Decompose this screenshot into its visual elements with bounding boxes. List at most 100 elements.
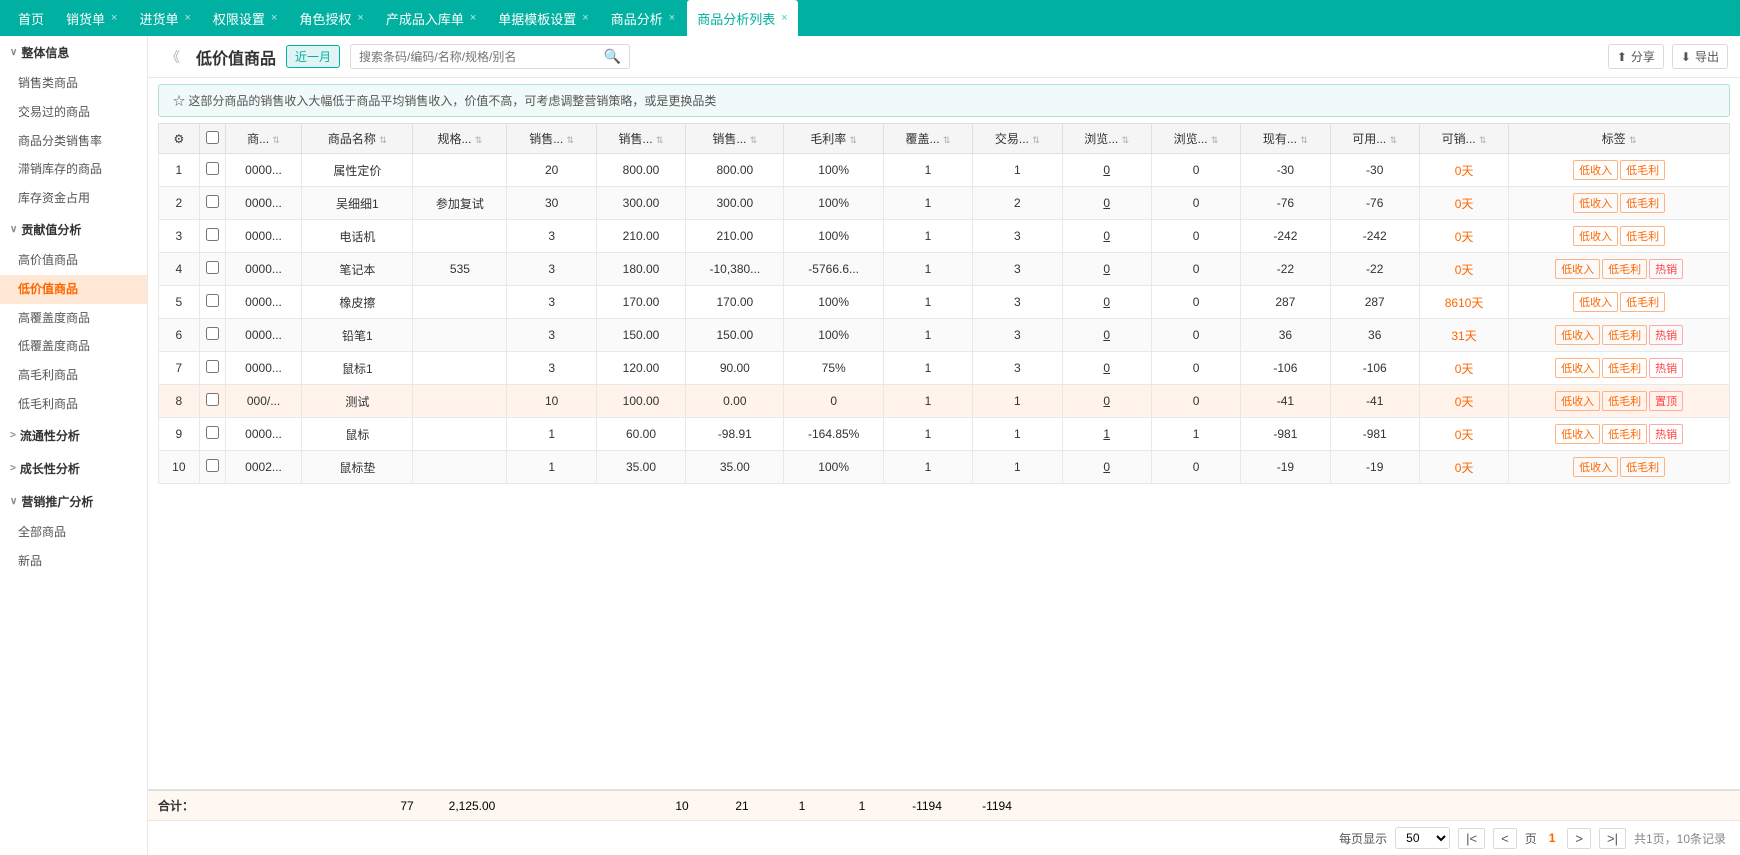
row-checkbox[interactable] [206, 294, 219, 307]
share-button[interactable]: ⬆ 分享 [1608, 44, 1664, 69]
row-checkbox[interactable] [206, 162, 219, 175]
nav-template[interactable]: 单据模板设置 × [488, 0, 598, 36]
cell-browse1[interactable]: 1 [1062, 418, 1151, 451]
row-checkbox[interactable] [206, 195, 219, 208]
cell-browse1[interactable]: 0 [1062, 451, 1151, 484]
sidebar-item-low-value[interactable]: 低价值商品 [0, 275, 147, 304]
close-icon[interactable]: × [582, 12, 588, 24]
cell-checkbox[interactable] [199, 154, 225, 187]
col-avg-price[interactable]: 销售... ⇅ [686, 124, 784, 154]
browse-link[interactable]: 0 [1103, 295, 1110, 309]
browse-link[interactable]: 1 [1103, 427, 1110, 441]
cell-browse1[interactable]: 0 [1062, 385, 1151, 418]
next-page-button[interactable]: > [1567, 828, 1591, 849]
close-icon[interactable]: × [111, 12, 117, 24]
cell-checkbox[interactable] [199, 253, 225, 286]
close-icon[interactable]: × [669, 12, 675, 24]
col-name[interactable]: 商品名称 ⇅ [302, 124, 413, 154]
sidebar-item-low-coverage[interactable]: 低覆盖度商品 [0, 332, 147, 361]
close-icon[interactable]: × [184, 12, 190, 24]
row-checkbox[interactable] [206, 459, 219, 472]
nav-analysis[interactable]: 商品分析 × [601, 0, 685, 36]
close-icon[interactable]: × [781, 12, 787, 24]
col-qty[interactable]: 销售... ⇅ [507, 124, 596, 154]
close-icon[interactable]: × [271, 12, 277, 24]
sidebar-group-growth[interactable]: > 成长性分析 [0, 452, 147, 485]
last-page-button[interactable]: >| [1599, 828, 1626, 849]
nav-analysis-list[interactable]: 商品分析列表 × [687, 0, 797, 36]
per-page-select[interactable]: 50 100 200 [1395, 827, 1450, 849]
date-filter-button[interactable]: 近一月 [286, 45, 340, 68]
sidebar-group-contribution[interactable]: ∨ 贡献值分析 [0, 213, 147, 246]
browse-link[interactable]: 0 [1103, 361, 1110, 375]
cell-checkbox[interactable] [199, 220, 225, 253]
sidebar-item-stock-capital[interactable]: 库存资金占用 [0, 184, 147, 213]
cell-checkbox[interactable] [199, 286, 225, 319]
sidebar-item-high-value[interactable]: 高价值商品 [0, 246, 147, 275]
cell-checkbox[interactable] [199, 352, 225, 385]
nav-sales[interactable]: 销货单 × [56, 0, 127, 36]
cell-browse1[interactable]: 0 [1062, 154, 1151, 187]
col-margin[interactable]: 毛利率 ⇅ [784, 124, 883, 154]
sidebar-item-new-products[interactable]: 新品 [0, 547, 147, 576]
cell-checkbox[interactable] [199, 319, 225, 352]
col-tags[interactable]: 标签 ⇅ [1509, 124, 1730, 154]
cell-browse1[interactable]: 0 [1062, 286, 1151, 319]
prev-page-button[interactable]: < [1493, 828, 1517, 849]
cell-checkbox[interactable] [199, 451, 225, 484]
close-icon[interactable]: × [470, 12, 476, 24]
nav-purchase[interactable]: 进货单 × [129, 0, 200, 36]
nav-roles[interactable]: 角色授权 × [289, 0, 373, 36]
sidebar-item-sales-products[interactable]: 销售类商品 [0, 69, 147, 98]
col-settings[interactable]: ⚙ [159, 124, 200, 154]
browse-link[interactable]: 0 [1103, 262, 1110, 276]
sidebar-group-marketing[interactable]: ∨ 营销推广分析 [0, 485, 147, 518]
browse-link[interactable]: 0 [1103, 229, 1110, 243]
sidebar-item-traded[interactable]: 交易过的商品 [0, 98, 147, 127]
cell-checkbox[interactable] [199, 418, 225, 451]
nav-permissions[interactable]: 权限设置 × [203, 0, 287, 36]
sidebar-item-high-margin[interactable]: 高毛利商品 [0, 361, 147, 390]
col-code[interactable]: 商... ⇅ [225, 124, 302, 154]
col-coverage[interactable]: 覆盖... ⇅ [883, 124, 972, 154]
col-checkbox[interactable] [199, 124, 225, 154]
sidebar-group-flow[interactable]: > 流通性分析 [0, 419, 147, 452]
col-browse2[interactable]: 浏览... ⇅ [1151, 124, 1240, 154]
browse-link[interactable]: 0 [1103, 163, 1110, 177]
export-button[interactable]: ⬇ 导出 [1672, 44, 1728, 69]
cell-browse1[interactable]: 0 [1062, 253, 1151, 286]
row-checkbox[interactable] [206, 393, 219, 406]
col-spec[interactable]: 规格... ⇅ [413, 124, 507, 154]
browse-link[interactable]: 0 [1103, 460, 1110, 474]
nav-stock-in[interactable]: 产成品入库单 × [376, 0, 486, 36]
row-checkbox[interactable] [206, 360, 219, 373]
search-icon[interactable]: 🔍 [604, 48, 621, 65]
col-transaction[interactable]: 交易... ⇅ [973, 124, 1062, 154]
cell-browse1[interactable]: 0 [1062, 319, 1151, 352]
col-available[interactable]: 可用... ⇅ [1330, 124, 1419, 154]
row-checkbox[interactable] [206, 426, 219, 439]
row-checkbox[interactable] [206, 228, 219, 241]
sidebar-item-high-coverage[interactable]: 高覆盖度商品 [0, 304, 147, 333]
browse-link[interactable]: 0 [1103, 196, 1110, 210]
cell-checkbox[interactable] [199, 385, 225, 418]
first-page-button[interactable]: |< [1458, 828, 1485, 849]
sidebar-item-slow-moving[interactable]: 滞销库存的商品 [0, 155, 147, 184]
browse-link[interactable]: 0 [1103, 394, 1110, 408]
cell-browse1[interactable]: 0 [1062, 187, 1151, 220]
sidebar-item-all-products[interactable]: 全部商品 [0, 518, 147, 547]
col-current-stock[interactable]: 现有... ⇅ [1241, 124, 1330, 154]
search-input[interactable] [359, 50, 604, 64]
close-icon[interactable]: × [357, 12, 363, 24]
sidebar-item-category-rate[interactable]: 商品分类销售率 [0, 127, 147, 156]
cell-checkbox[interactable] [199, 187, 225, 220]
col-amount[interactable]: 销售... ⇅ [596, 124, 685, 154]
row-checkbox[interactable] [206, 261, 219, 274]
cell-browse1[interactable]: 0 [1062, 220, 1151, 253]
select-all-checkbox[interactable] [206, 131, 219, 144]
sidebar-group-overall[interactable]: ∨ 整体信息 [0, 36, 147, 69]
browse-link[interactable]: 0 [1103, 328, 1110, 342]
collapse-button[interactable]: 《 [160, 45, 186, 69]
cell-browse1[interactable]: 0 [1062, 352, 1151, 385]
nav-home[interactable]: 首页 [8, 0, 54, 36]
